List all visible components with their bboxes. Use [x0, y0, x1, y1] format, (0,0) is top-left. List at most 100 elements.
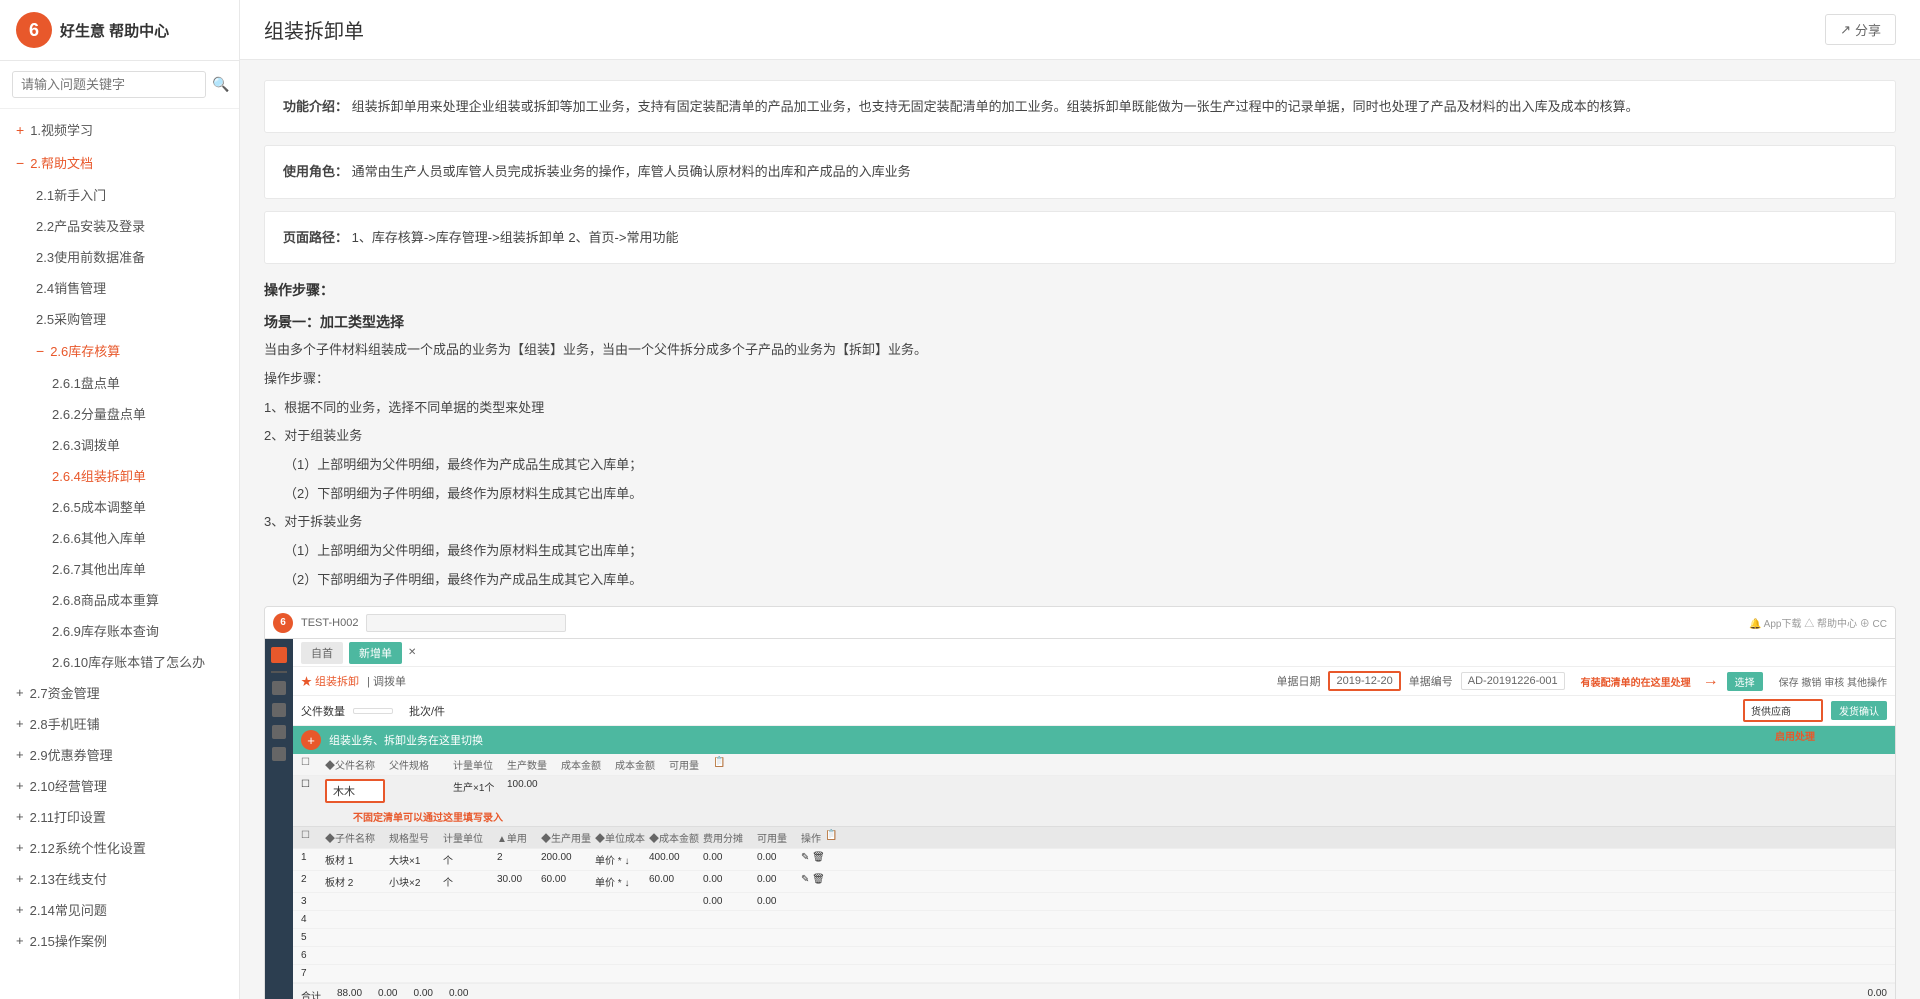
- mock-sidebar-icon2: [272, 681, 286, 695]
- mock-th-name: ◆父件名称: [325, 757, 385, 772]
- sidebar-item-23[interactable]: 2.3使用前数据准备: [0, 241, 239, 272]
- mock-row1-unit: 生产×1个: [453, 779, 503, 803]
- mock-main: 自首 新增单 ✕ ★ 组装拆卸 | 调拨单 单据日期 2019-12-20 单据…: [293, 639, 1895, 999]
- sidebar-item-video[interactable]: + 1.视频学习: [0, 113, 239, 146]
- sidebar-item-261[interactable]: 2.6.1盘点单: [0, 367, 239, 398]
- page-title: 组装拆卸单: [264, 15, 364, 44]
- mock-sub-th-check: ☐: [301, 830, 321, 845]
- sidebar-item-266[interactable]: 2.6.6其他入库单: [0, 522, 239, 553]
- function-intro-label: 功能介绍：: [283, 99, 348, 114]
- mock-sidebar-icon1: [271, 647, 287, 663]
- sidebar-item-21[interactable]: 2.1新手入门: [0, 179, 239, 210]
- mock-sub-row-5: 5: [293, 929, 1895, 947]
- annotation5-section: 不固定清单可以通过这里填写录入: [293, 807, 1895, 826]
- mock-bottom-bar: 合计 88.00 0.00 0.00 0.00 0.00: [293, 983, 1895, 999]
- mock-th-total-cost: 成本金额: [615, 757, 665, 772]
- mock-sub-th-qty2: ◆生产用量: [541, 830, 591, 845]
- sidebar-item-28[interactable]: + 2.8手机旺铺: [0, 708, 239, 739]
- sidebar-item-2610[interactable]: 2.6.10库存账本错了怎么办: [0, 646, 239, 677]
- mock-tab-label2: | 调拨单: [367, 673, 406, 689]
- sidebar-item-262[interactable]: 2.6.2分量盘点单: [0, 398, 239, 429]
- sidebar-item-268[interactable]: 2.6.8商品成本重算: [0, 584, 239, 615]
- mock-sub-th-cost1: ◆单位成本: [595, 830, 645, 845]
- search-input[interactable]: [12, 71, 206, 98]
- mock-process-section: + 组装业务、拆卸业务在这里切换 启用处理: [293, 726, 1895, 754]
- annotation1: 有装配清单的在这里处理: [1581, 674, 1691, 689]
- mock-bottom-right: 0.00: [1868, 988, 1887, 999]
- mock-count-label: 父件数量: [301, 703, 345, 719]
- role-block: 使用角色： 通常由生产人员或库管人员完成拆装业务的操作，库管人员确认原材料的出库…: [264, 145, 1896, 198]
- function-intro-text: 组装拆卸单用来处理企业组装或拆卸等加工业务，支持有固定装配清单的产品加工业务，也…: [352, 99, 1639, 114]
- sidebar-item-27[interactable]: + 2.7资金管理: [0, 677, 239, 708]
- sidebar-item-212[interactable]: + 2.12系统个性化设置: [0, 832, 239, 863]
- mock-sub-row-7: 7: [293, 965, 1895, 983]
- mock-sub-th-spec: 规格型号: [389, 830, 439, 845]
- mock-th-spec: 父件规格: [389, 757, 449, 772]
- step3-2: （2）下部明细为子件明细，最终作为产成品生成其它入库单。: [264, 568, 1896, 593]
- sidebar-item-264[interactable]: 2.6.4组装拆卸单: [0, 460, 239, 491]
- mock-table-row-1: ☐ 木木 生产×1个 100.00: [293, 776, 1895, 807]
- screenshot-inner: 6 TEST-H002 🔔 App下载 △ 帮助中心 ⊕ CC: [265, 607, 1895, 999]
- mock-sub-th-cost3: 费用分摊: [703, 830, 753, 845]
- expand-icon-212: +: [16, 840, 24, 855]
- sidebar-item-25[interactable]: 2.5采购管理: [0, 303, 239, 334]
- mock-date-label: 单据日期: [1276, 673, 1320, 689]
- sidebar-item-26[interactable]: − 2.6库存核算: [0, 334, 239, 367]
- steps-title: 操作步骤：: [264, 280, 1896, 300]
- annotation4: 启用处理: [1775, 728, 1815, 743]
- mock-sub-th-edit: 📋: [825, 830, 845, 845]
- path-label: 页面路径：: [283, 230, 348, 245]
- mock-confirm-btn: 发货确认: [1831, 701, 1887, 720]
- mock-enable-field-text: 货供应商: [1751, 707, 1791, 718]
- sidebar-item-263[interactable]: 2.6.3调拨单: [0, 429, 239, 460]
- step3-1: （1）上部明细为父件明细，最终作为原材料生成其它出库单；: [264, 539, 1896, 564]
- scene1-desc: 当由多个子件材料组装成一个成品的业务为【组装】业务，当由一个父件拆分成多个子产品…: [264, 338, 1896, 363]
- mock-sub-row-3: 3 0.00 0.00: [293, 893, 1895, 911]
- sidebar-item-211[interactable]: + 2.11打印设置: [0, 801, 239, 832]
- sidebar-item-269[interactable]: 2.6.9库存账本查询: [0, 615, 239, 646]
- sidebar-item-214[interactable]: + 2.14常见问题: [0, 894, 239, 925]
- sidebar-item-267[interactable]: 2.6.7其他出库单: [0, 553, 239, 584]
- step1: 1、根据不同的业务，选择不同单据的类型来处理: [264, 396, 1896, 421]
- mock-right-icons: 🔔 App下载 △ 帮助中心 ⊕ CC: [1749, 615, 1887, 630]
- mock-th-cost: 成本金额: [561, 757, 611, 772]
- sidebar-item-24[interactable]: 2.4销售管理: [0, 272, 239, 303]
- mock-th-qty: 生产数量: [507, 757, 557, 772]
- mock-sidebar-icon4: [272, 725, 286, 739]
- mock-close-btn: ✕: [408, 647, 416, 658]
- mock-sub-row-1: 1 板材 1 大块×1 个 2 200.00 单价 * ↓ 400.00 0.0…: [293, 849, 1895, 871]
- sidebar-item-22[interactable]: 2.2产品安装及登录: [0, 210, 239, 241]
- expand-icon-28: +: [16, 716, 24, 731]
- mock-logo: 6: [273, 613, 293, 633]
- role-label: 使用角色：: [283, 164, 348, 179]
- mock-process-bar: + 组装业务、拆卸业务在这里切换: [293, 726, 1895, 754]
- collapse-icon-26: −: [36, 343, 44, 359]
- mock-docno-field: AD-20191226-001: [1461, 672, 1565, 690]
- mock-date-field: 2019-12-20: [1328, 671, 1400, 691]
- app-title: 好生意 帮助中心: [60, 20, 169, 41]
- annotation5: 不固定清单可以通过这里填写录入: [293, 809, 1895, 824]
- mock-sub-table: ☐ ◆子件名称 规格型号 计量单位 ▲单用 ◆生产用量 ◆单位成本 ◆成本金额 …: [293, 826, 1895, 983]
- expand-icon-214: +: [16, 902, 24, 917]
- step2-1: （1）上部明细为父件明细，最终作为产成品生成其它入库单；: [264, 453, 1896, 478]
- mock-select-btn: 选择: [1727, 672, 1763, 691]
- mock-app-bar: 6 TEST-H002 🔔 App下载 △ 帮助中心 ⊕ CC: [265, 607, 1895, 639]
- sidebar-item-265[interactable]: 2.6.5成本调整单: [0, 491, 239, 522]
- sidebar-item-213[interactable]: + 2.13在线支付: [0, 863, 239, 894]
- share-button[interactable]: ↗ 分享: [1825, 14, 1896, 45]
- mock-th-action: 📋: [713, 757, 733, 772]
- mock-row1-cost1: [561, 779, 611, 803]
- search-icon[interactable]: 🔍: [212, 76, 229, 93]
- function-intro-block: 功能介绍： 组装拆卸单用来处理企业组装或拆卸等加工业务，支持有固定装配清单的产品…: [264, 80, 1896, 133]
- sidebar-item-docs[interactable]: − 2.帮助文档: [0, 146, 239, 179]
- mock-enable-field: 货供应商: [1743, 699, 1823, 722]
- search-box[interactable]: 🔍: [0, 61, 239, 109]
- mock-tab-home: 自首: [301, 642, 343, 664]
- sidebar-item-215[interactable]: + 2.15操作案例: [0, 925, 239, 956]
- sidebar-item-29[interactable]: + 2.9优惠券管理: [0, 739, 239, 770]
- scene1-title: 场景一：加工类型选择: [264, 312, 1896, 332]
- sidebar-item-210[interactable]: + 2.10经营管理: [0, 770, 239, 801]
- mock-sidebar-icon5: [272, 747, 286, 761]
- mock-divider1: [271, 671, 287, 673]
- path-block: 页面路径： 1、库存核算->库存管理->组装拆卸单 2、首页->常用功能: [264, 211, 1896, 264]
